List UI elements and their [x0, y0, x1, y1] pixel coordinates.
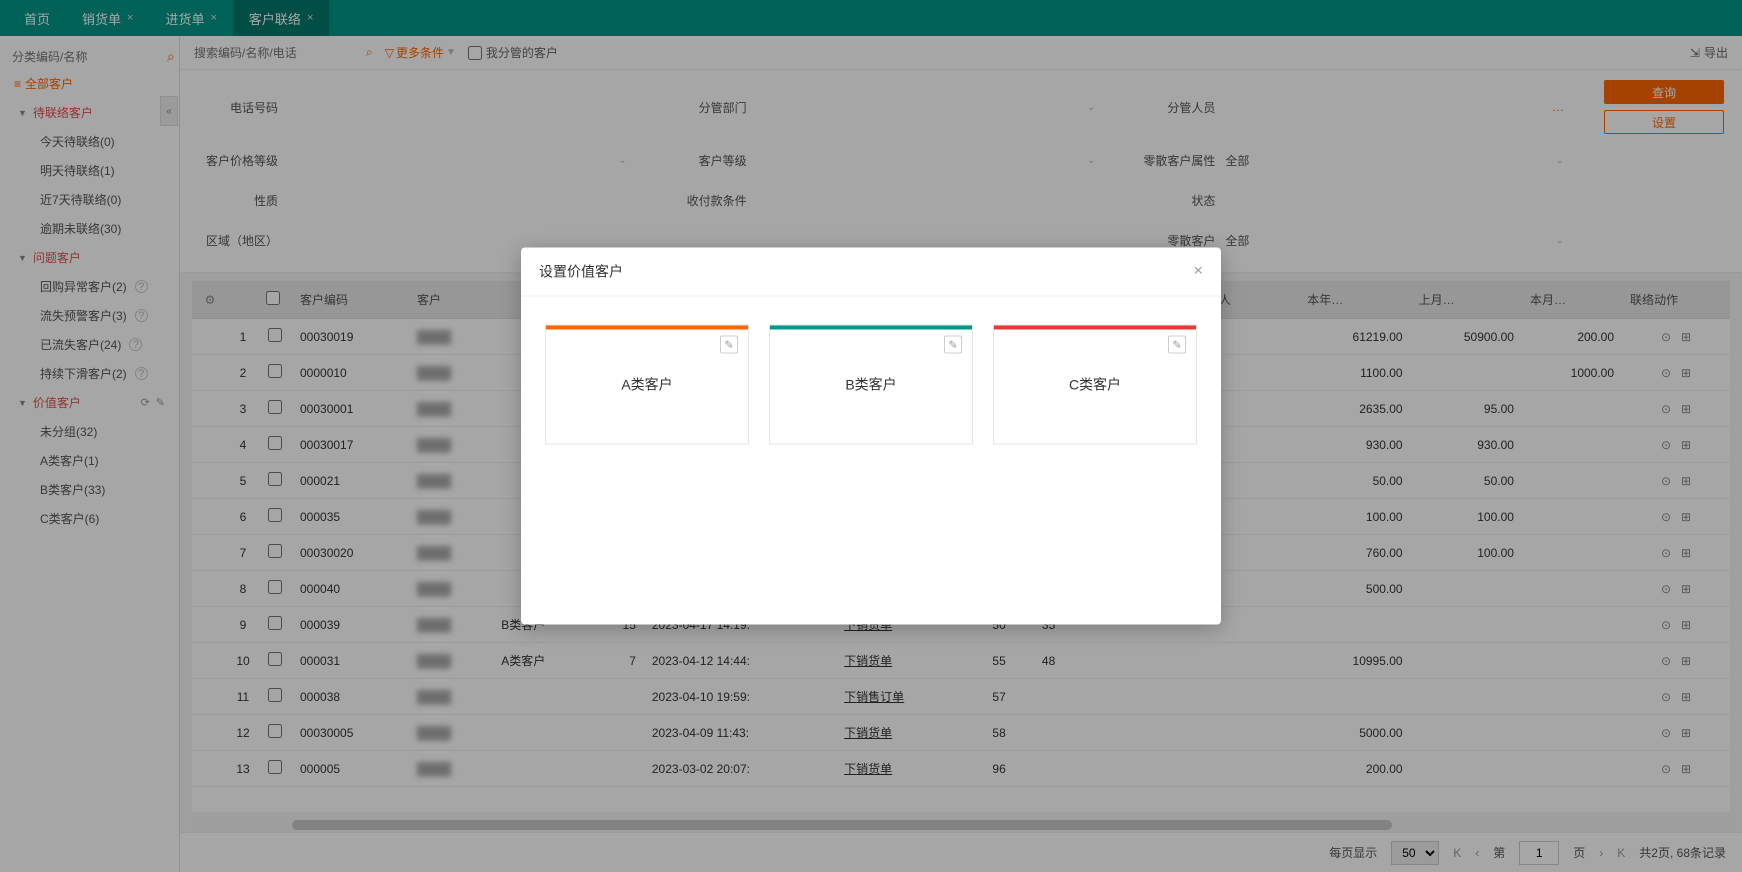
edit-icon[interactable]: ✎: [944, 336, 962, 354]
value-customer-modal: 设置价值客户 × ✎ A类客户 ✎ B类客户 ✎ C类客户: [521, 248, 1221, 625]
card-label: C类客户: [1069, 375, 1121, 395]
modal-title: 设置价值客户: [539, 262, 623, 282]
edit-icon[interactable]: ✎: [720, 336, 738, 354]
close-icon[interactable]: ×: [1194, 263, 1203, 281]
card-label: B类客户: [845, 375, 896, 395]
edit-icon[interactable]: ✎: [1168, 336, 1186, 354]
value-card-b[interactable]: ✎ B类客户: [769, 325, 973, 445]
value-card-c[interactable]: ✎ C类客户: [993, 325, 1197, 445]
card-label: A类客户: [621, 375, 672, 395]
value-card-a[interactable]: ✎ A类客户: [545, 325, 749, 445]
